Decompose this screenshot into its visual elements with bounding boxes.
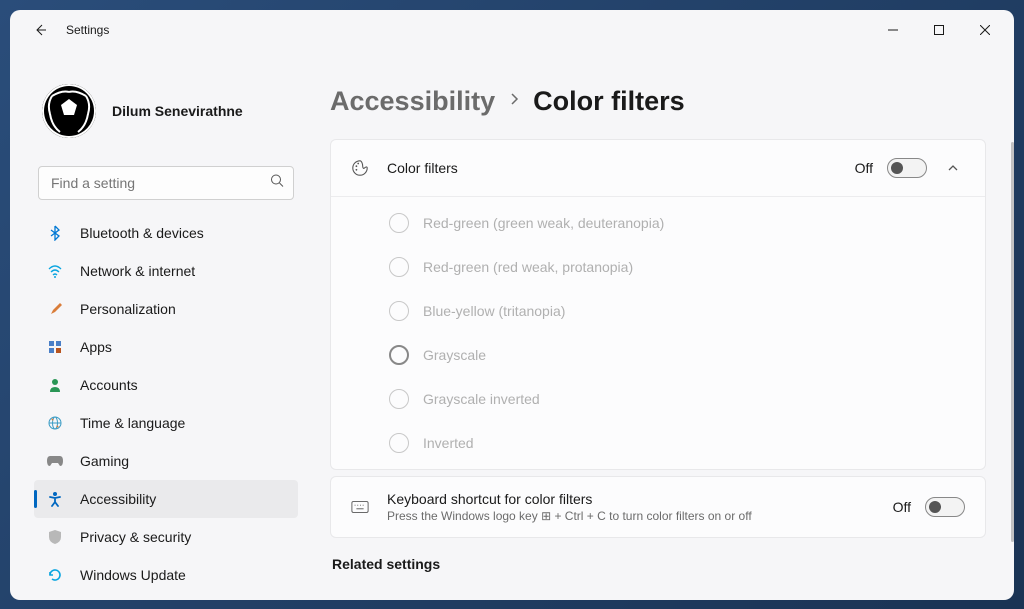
- filter-option-label: Red-green (red weak, protanopia): [423, 259, 633, 275]
- keyboard-icon: [351, 498, 369, 516]
- collapse-button[interactable]: [941, 156, 965, 180]
- filter-options-list: Red-green (green weak, deuteranopia) Red-…: [331, 197, 985, 469]
- keyboard-shortcut-toggle-state: Off: [893, 499, 911, 515]
- breadcrumb: Accessibility Color filters: [330, 86, 986, 117]
- accessibility-icon: [46, 490, 64, 508]
- radio-button[interactable]: [389, 213, 409, 233]
- keyboard-shortcut-toggle[interactable]: [925, 497, 965, 517]
- person-icon: [46, 376, 64, 394]
- search-icon: [270, 173, 284, 192]
- radio-button[interactable]: [389, 389, 409, 409]
- back-button[interactable]: [24, 14, 56, 46]
- filter-option-row[interactable]: Inverted: [331, 421, 985, 465]
- sidebar-item-label: Accounts: [80, 377, 138, 393]
- bluetooth-icon: [46, 224, 64, 242]
- sidebar: Dilum Senevirathne Bluetooth & devices Ne…: [10, 50, 310, 600]
- keyboard-shortcut-title: Keyboard shortcut for color filters: [387, 491, 752, 507]
- window-title: Settings: [66, 23, 109, 37]
- search-input[interactable]: [38, 166, 294, 200]
- filter-option-row[interactable]: Grayscale: [331, 333, 985, 377]
- gamepad-icon: [46, 452, 64, 470]
- color-filters-toggle-state: Off: [855, 160, 873, 176]
- sidebar-item-label: Privacy & security: [80, 529, 191, 545]
- sidebar-item-label: Bluetooth & devices: [80, 225, 204, 241]
- sidebar-item-label: Windows Update: [80, 567, 186, 583]
- filter-option-label: Grayscale: [423, 347, 486, 363]
- maximize-button[interactable]: [916, 14, 962, 46]
- filter-option-label: Grayscale inverted: [423, 391, 540, 407]
- sidebar-item-accessibility[interactable]: Accessibility: [34, 480, 298, 518]
- chevron-up-icon: [946, 161, 960, 175]
- nav-list: Bluetooth & devices Network & internet Per…: [34, 214, 298, 600]
- brush-icon: [46, 300, 64, 318]
- avatar: [42, 84, 96, 138]
- profile-block[interactable]: Dilum Senevirathne: [42, 84, 298, 138]
- minimize-button[interactable]: [870, 14, 916, 46]
- color-filters-toggle[interactable]: [887, 158, 927, 178]
- shield-icon: [46, 528, 64, 546]
- titlebar: Settings: [10, 10, 1014, 50]
- sidebar-item-apps[interactable]: Apps: [34, 328, 298, 366]
- profile-name: Dilum Senevirathne: [112, 103, 243, 119]
- apps-icon: [46, 338, 64, 356]
- sidebar-item-label: Apps: [80, 339, 112, 355]
- radio-button[interactable]: [389, 433, 409, 453]
- chevron-right-icon: [509, 92, 519, 111]
- main-panel: Accessibility Color filters Color filter…: [310, 50, 1014, 600]
- main-scrollbar[interactable]: [1011, 142, 1014, 542]
- color-filters-card: Color filters Off Red-green (green weak,…: [330, 139, 986, 470]
- wifi-icon: [46, 262, 64, 280]
- sidebar-item-globe[interactable]: Time & language: [34, 404, 298, 442]
- color-filters-header-row[interactable]: Color filters Off: [331, 140, 985, 196]
- settings-window: Settings Dilum Senevirathne Bluetoo: [10, 10, 1014, 600]
- filter-option-row[interactable]: Grayscale inverted: [331, 377, 985, 421]
- keyboard-shortcut-row[interactable]: Keyboard shortcut for color filters Pres…: [331, 477, 985, 537]
- globe-icon: [46, 414, 64, 432]
- sidebar-item-label: Accessibility: [80, 491, 156, 507]
- sidebar-item-label: Time & language: [80, 415, 185, 431]
- keyboard-shortcut-card: Keyboard shortcut for color filters Pres…: [330, 476, 986, 538]
- breadcrumb-parent[interactable]: Accessibility: [330, 86, 495, 117]
- sidebar-item-label: Gaming: [80, 453, 129, 469]
- filter-option-label: Blue-yellow (tritanopia): [423, 303, 565, 319]
- sidebar-item-update[interactable]: Windows Update: [34, 556, 298, 594]
- keyboard-shortcut-subtitle: Press the Windows logo key ⊞ + Ctrl + C …: [387, 509, 752, 523]
- filter-option-row[interactable]: Blue-yellow (tritanopia): [331, 289, 985, 333]
- radio-button[interactable]: [389, 345, 409, 365]
- filter-option-label: Inverted: [423, 435, 474, 451]
- color-filters-label: Color filters: [387, 160, 458, 176]
- sidebar-item-label: Personalization: [80, 301, 176, 317]
- sidebar-item-gamepad[interactable]: Gaming: [34, 442, 298, 480]
- filter-option-label: Red-green (green weak, deuteranopia): [423, 215, 664, 231]
- sidebar-item-shield[interactable]: Privacy & security: [34, 518, 298, 556]
- sidebar-item-label: Network & internet: [80, 263, 195, 279]
- radio-button[interactable]: [389, 257, 409, 277]
- palette-icon: [351, 159, 369, 177]
- sidebar-item-brush[interactable]: Personalization: [34, 290, 298, 328]
- sidebar-item-bluetooth[interactable]: Bluetooth & devices: [34, 214, 298, 252]
- filter-option-row[interactable]: Red-green (green weak, deuteranopia): [331, 201, 985, 245]
- related-settings-heading: Related settings: [332, 556, 986, 572]
- breadcrumb-current: Color filters: [533, 86, 685, 117]
- close-button[interactable]: [962, 14, 1008, 46]
- sidebar-item-wifi[interactable]: Network & internet: [34, 252, 298, 290]
- radio-button[interactable]: [389, 301, 409, 321]
- sidebar-item-person[interactable]: Accounts: [34, 366, 298, 404]
- update-icon: [46, 566, 64, 584]
- filter-option-row[interactable]: Red-green (red weak, protanopia): [331, 245, 985, 289]
